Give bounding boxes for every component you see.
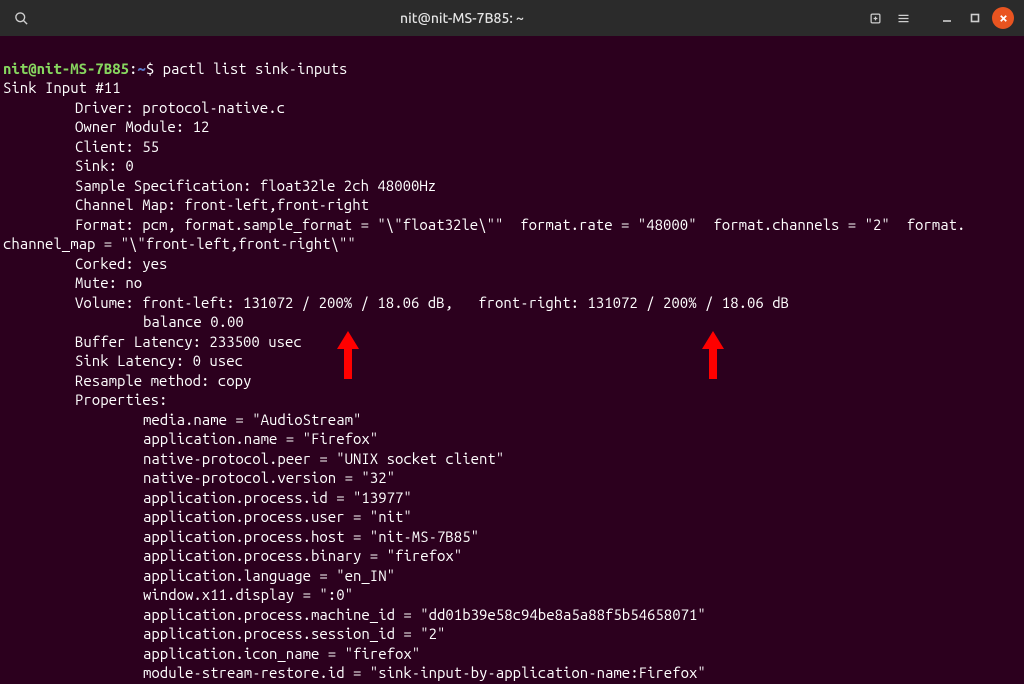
prop-media-name: media.name = "AudioStream" bbox=[3, 410, 1021, 430]
sink-line: Sink: 0 bbox=[3, 156, 1021, 176]
prop-stream-restore-id: module-stream-restore.id = "sink-input-b… bbox=[3, 663, 1021, 683]
client-line: Client: 55 bbox=[3, 137, 1021, 157]
owner-module-line: Owner Module: 12 bbox=[3, 117, 1021, 137]
prop-process-id: application.process.id = "13977" bbox=[3, 488, 1021, 508]
volume-line: Volume: front-left: 131072 / 200% / 18.0… bbox=[3, 293, 1021, 313]
terminal-output[interactable]: nit@nit-MS-7B85:~$ pactl list sink-input… bbox=[0, 36, 1024, 684]
prop-native-protocol-peer: native-protocol.peer = "UNIX socket clie… bbox=[3, 449, 1021, 469]
titlebar: nit@nit-MS-7B85: ~ bbox=[0, 0, 1024, 36]
command-text: pactl list sink-inputs bbox=[163, 60, 348, 77]
sample-spec-line: Sample Specification: float32le 2ch 4800… bbox=[3, 176, 1021, 196]
annotation-arrow-left bbox=[335, 292, 369, 418]
prop-application-name: application.name = "Firefox" bbox=[3, 429, 1021, 449]
prop-machine-id: application.process.machine_id = "dd01b3… bbox=[3, 605, 1021, 625]
properties-label: Properties: bbox=[3, 390, 1021, 410]
prop-process-user: application.process.user = "nit" bbox=[3, 507, 1021, 527]
sink-latency-line: Sink Latency: 0 usec bbox=[3, 351, 1021, 371]
prompt-symbol: $ bbox=[146, 60, 163, 77]
prop-process-binary: application.process.binary = "firefox" bbox=[3, 546, 1021, 566]
prompt-line-1: nit@nit-MS-7B85:~$ pactl list sink-input… bbox=[3, 60, 347, 77]
prompt-user: nit@nit-MS-7B85 bbox=[3, 60, 129, 77]
annotation-arrow-right bbox=[700, 292, 734, 418]
format-line-1: Format: pcm, format.sample_format = "\"f… bbox=[3, 215, 1021, 235]
prop-x11-display: window.x11.display = ":0" bbox=[3, 585, 1021, 605]
prop-session-id: application.process.session_id = "2" bbox=[3, 624, 1021, 644]
prop-language: application.language = "en_IN" bbox=[3, 566, 1021, 586]
close-button[interactable] bbox=[992, 7, 1014, 29]
window-title: nit@nit-MS-7B85: ~ bbox=[90, 10, 834, 26]
prop-icon-name: application.icon_name = "firefox" bbox=[3, 644, 1021, 664]
menu-icon[interactable] bbox=[892, 7, 914, 29]
minimize-button[interactable] bbox=[936, 7, 958, 29]
driver-line: Driver: protocol-native.c bbox=[3, 98, 1021, 118]
resample-line: Resample method: copy bbox=[3, 371, 1021, 391]
search-icon[interactable] bbox=[10, 7, 32, 29]
prompt-path: ~ bbox=[137, 60, 145, 77]
prop-process-host: application.process.host = "nit-MS-7B85" bbox=[3, 527, 1021, 547]
corked-line: Corked: yes bbox=[3, 254, 1021, 274]
format-line-2: channel_map = "\"front-left,front-right\… bbox=[3, 234, 1021, 254]
buffer-latency-line: Buffer Latency: 233500 usec bbox=[3, 332, 1021, 352]
prop-native-protocol-version: native-protocol.version = "32" bbox=[3, 468, 1021, 488]
balance-line: balance 0.00 bbox=[3, 312, 1021, 332]
new-tab-icon[interactable] bbox=[864, 7, 886, 29]
sink-input-header: Sink Input #11 bbox=[3, 79, 121, 96]
maximize-button[interactable] bbox=[964, 7, 986, 29]
channel-map-line: Channel Map: front-left,front-right bbox=[3, 195, 1021, 215]
mute-line: Mute: no bbox=[3, 273, 1021, 293]
